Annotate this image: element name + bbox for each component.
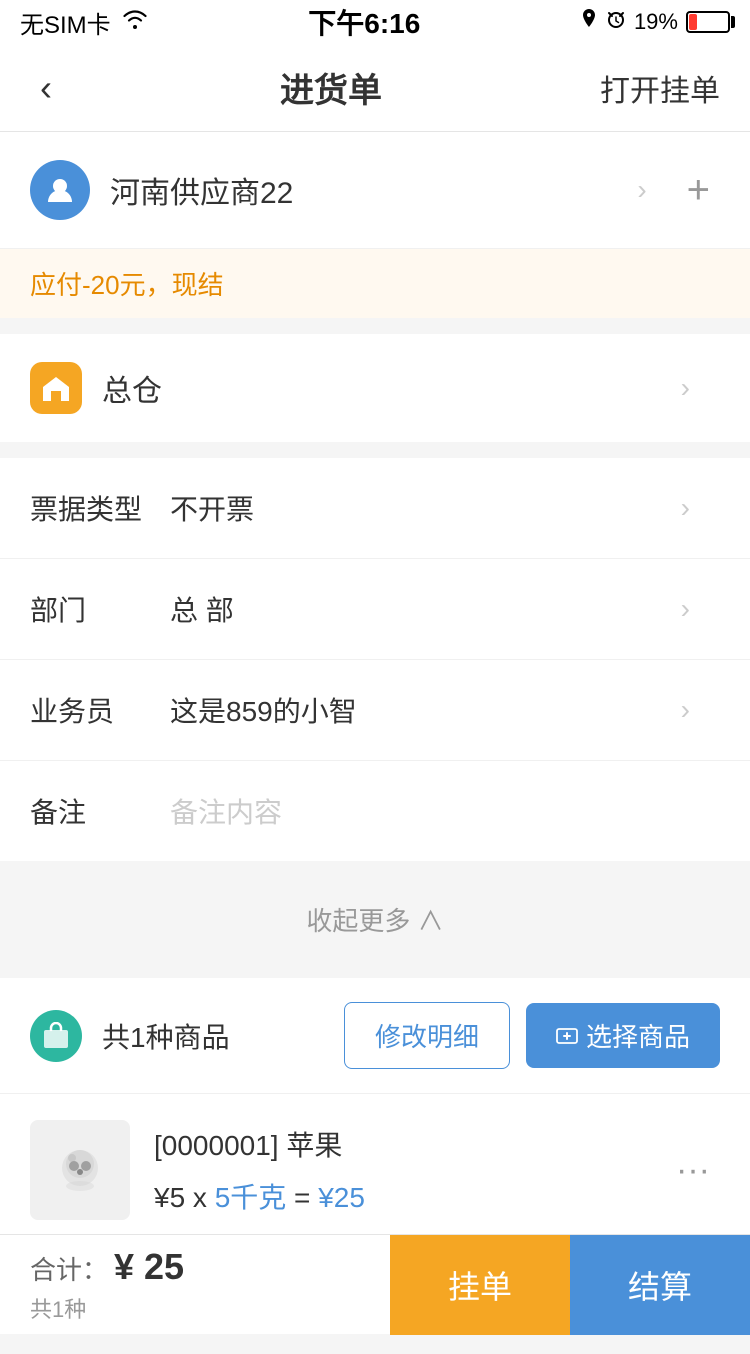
unit-price: ¥5 x: [154, 1182, 215, 1213]
department-label: 部门: [30, 589, 150, 629]
bottom-bar: 合计： ¥ 25 共1种 挂单 结算: [0, 1234, 750, 1334]
total-amount: ¥ 25: [114, 1246, 184, 1288]
checkout-button[interactable]: 结算: [570, 1235, 750, 1335]
product-icon: [30, 1010, 82, 1062]
status-left: 无SIM卡: [20, 5, 149, 40]
main-content: 河南供应商22 › + 应付-20元，现结 总仓 › 票据类型 不开票 › 部门: [0, 132, 750, 1354]
wifi-icon: [121, 8, 149, 36]
supplier-chevron-icon: ›: [637, 174, 646, 206]
product-count: 共1种商品: [102, 1016, 344, 1056]
quantity: 5千克: [215, 1182, 287, 1213]
product-more-button[interactable]: ···: [666, 1141, 720, 1200]
edit-detail-button[interactable]: 修改明细: [344, 1002, 510, 1069]
total-section: 合计： ¥ 25 共1种: [0, 1246, 390, 1324]
salesman-row[interactable]: 业务员 这是859的小智 ›: [0, 660, 750, 761]
warehouse-row[interactable]: 总仓 ›: [0, 334, 750, 442]
supplier-section: 河南供应商22 › + 应付-20元，现结: [0, 132, 750, 318]
product-section: 共1种商品 修改明细 选择商品: [0, 978, 750, 1244]
product-info: [0000001] 苹果 ¥5 x 5千克 = ¥25: [154, 1124, 666, 1216]
warehouse-section: 总仓 ›: [0, 334, 750, 442]
salesman-label: 业务员: [30, 690, 150, 730]
product-name: [0000001] 苹果: [154, 1124, 666, 1164]
warehouse-chevron-icon: ›: [681, 372, 690, 404]
invoice-row[interactable]: 票据类型 不开票 ›: [0, 458, 750, 559]
department-value: 总 部: [170, 589, 681, 629]
form-section: 票据类型 不开票 › 部门 总 部 › 业务员 这是859的小智 › 备注 备注…: [0, 458, 750, 861]
product-title: 苹果: [286, 1130, 342, 1161]
product-price: ¥5 x 5千克 = ¥25: [154, 1176, 666, 1216]
status-right: 19%: [580, 9, 730, 35]
collapse-button[interactable]: 收起更多 ∧: [0, 877, 750, 962]
nav-bar: ‹ 进货单 打开挂单: [0, 44, 750, 132]
hang-order-button[interactable]: 挂单: [390, 1235, 570, 1335]
select-product-label: 选择商品: [586, 1017, 690, 1054]
product-code: [0000001]: [154, 1130, 286, 1161]
remark-row[interactable]: 备注 备注内容: [0, 761, 750, 861]
invoice-label: 票据类型: [30, 488, 150, 528]
collapse-label: 收起更多 ∧: [306, 901, 443, 938]
alarm-icon: [606, 9, 626, 35]
remark-placeholder: 备注内容: [170, 791, 720, 831]
warehouse-icon: [30, 362, 82, 414]
page-title: 进货单: [280, 63, 382, 112]
product-thumbnail: [30, 1120, 130, 1220]
price-equals: =: [286, 1182, 318, 1213]
supplier-row[interactable]: 河南供应商22 › +: [0, 132, 750, 249]
invoice-chevron-icon: ›: [681, 492, 690, 524]
department-chevron-icon: ›: [681, 593, 690, 625]
status-bar: 无SIM卡 下午6:16 19%: [0, 0, 750, 44]
product-header: 共1种商品 修改明细 选择商品: [0, 978, 750, 1094]
battery-percent: 19%: [634, 9, 678, 35]
status-time: 下午6:16: [308, 2, 420, 42]
select-product-button[interactable]: 选择商品: [526, 1003, 720, 1068]
warehouse-name: 总仓: [102, 366, 681, 410]
supplier-alert: 应付-20元，现结: [0, 249, 750, 318]
total-label: 合计：: [30, 1250, 108, 1287]
total-price: ¥25: [318, 1182, 365, 1213]
supplier-name: 河南供应商22: [110, 168, 637, 212]
department-row[interactable]: 部门 总 部 ›: [0, 559, 750, 660]
battery-icon: [686, 11, 730, 33]
location-icon: [580, 9, 598, 35]
salesman-value: 这是859的小智: [170, 690, 681, 730]
total-sub: 共1种: [30, 1292, 360, 1324]
supplier-avatar: [30, 160, 90, 220]
add-supplier-button[interactable]: +: [677, 168, 720, 213]
open-pending-button[interactable]: 打开挂单: [600, 66, 720, 110]
invoice-value: 不开票: [170, 488, 681, 528]
back-button[interactable]: ‹: [30, 57, 62, 119]
signal-text: 无SIM卡: [20, 5, 111, 40]
total-main: 合计： ¥ 25: [30, 1246, 360, 1288]
remark-label: 备注: [30, 791, 150, 831]
salesman-chevron-icon: ›: [681, 694, 690, 726]
product-item: [0000001] 苹果 ¥5 x 5千克 = ¥25 ···: [0, 1096, 750, 1244]
